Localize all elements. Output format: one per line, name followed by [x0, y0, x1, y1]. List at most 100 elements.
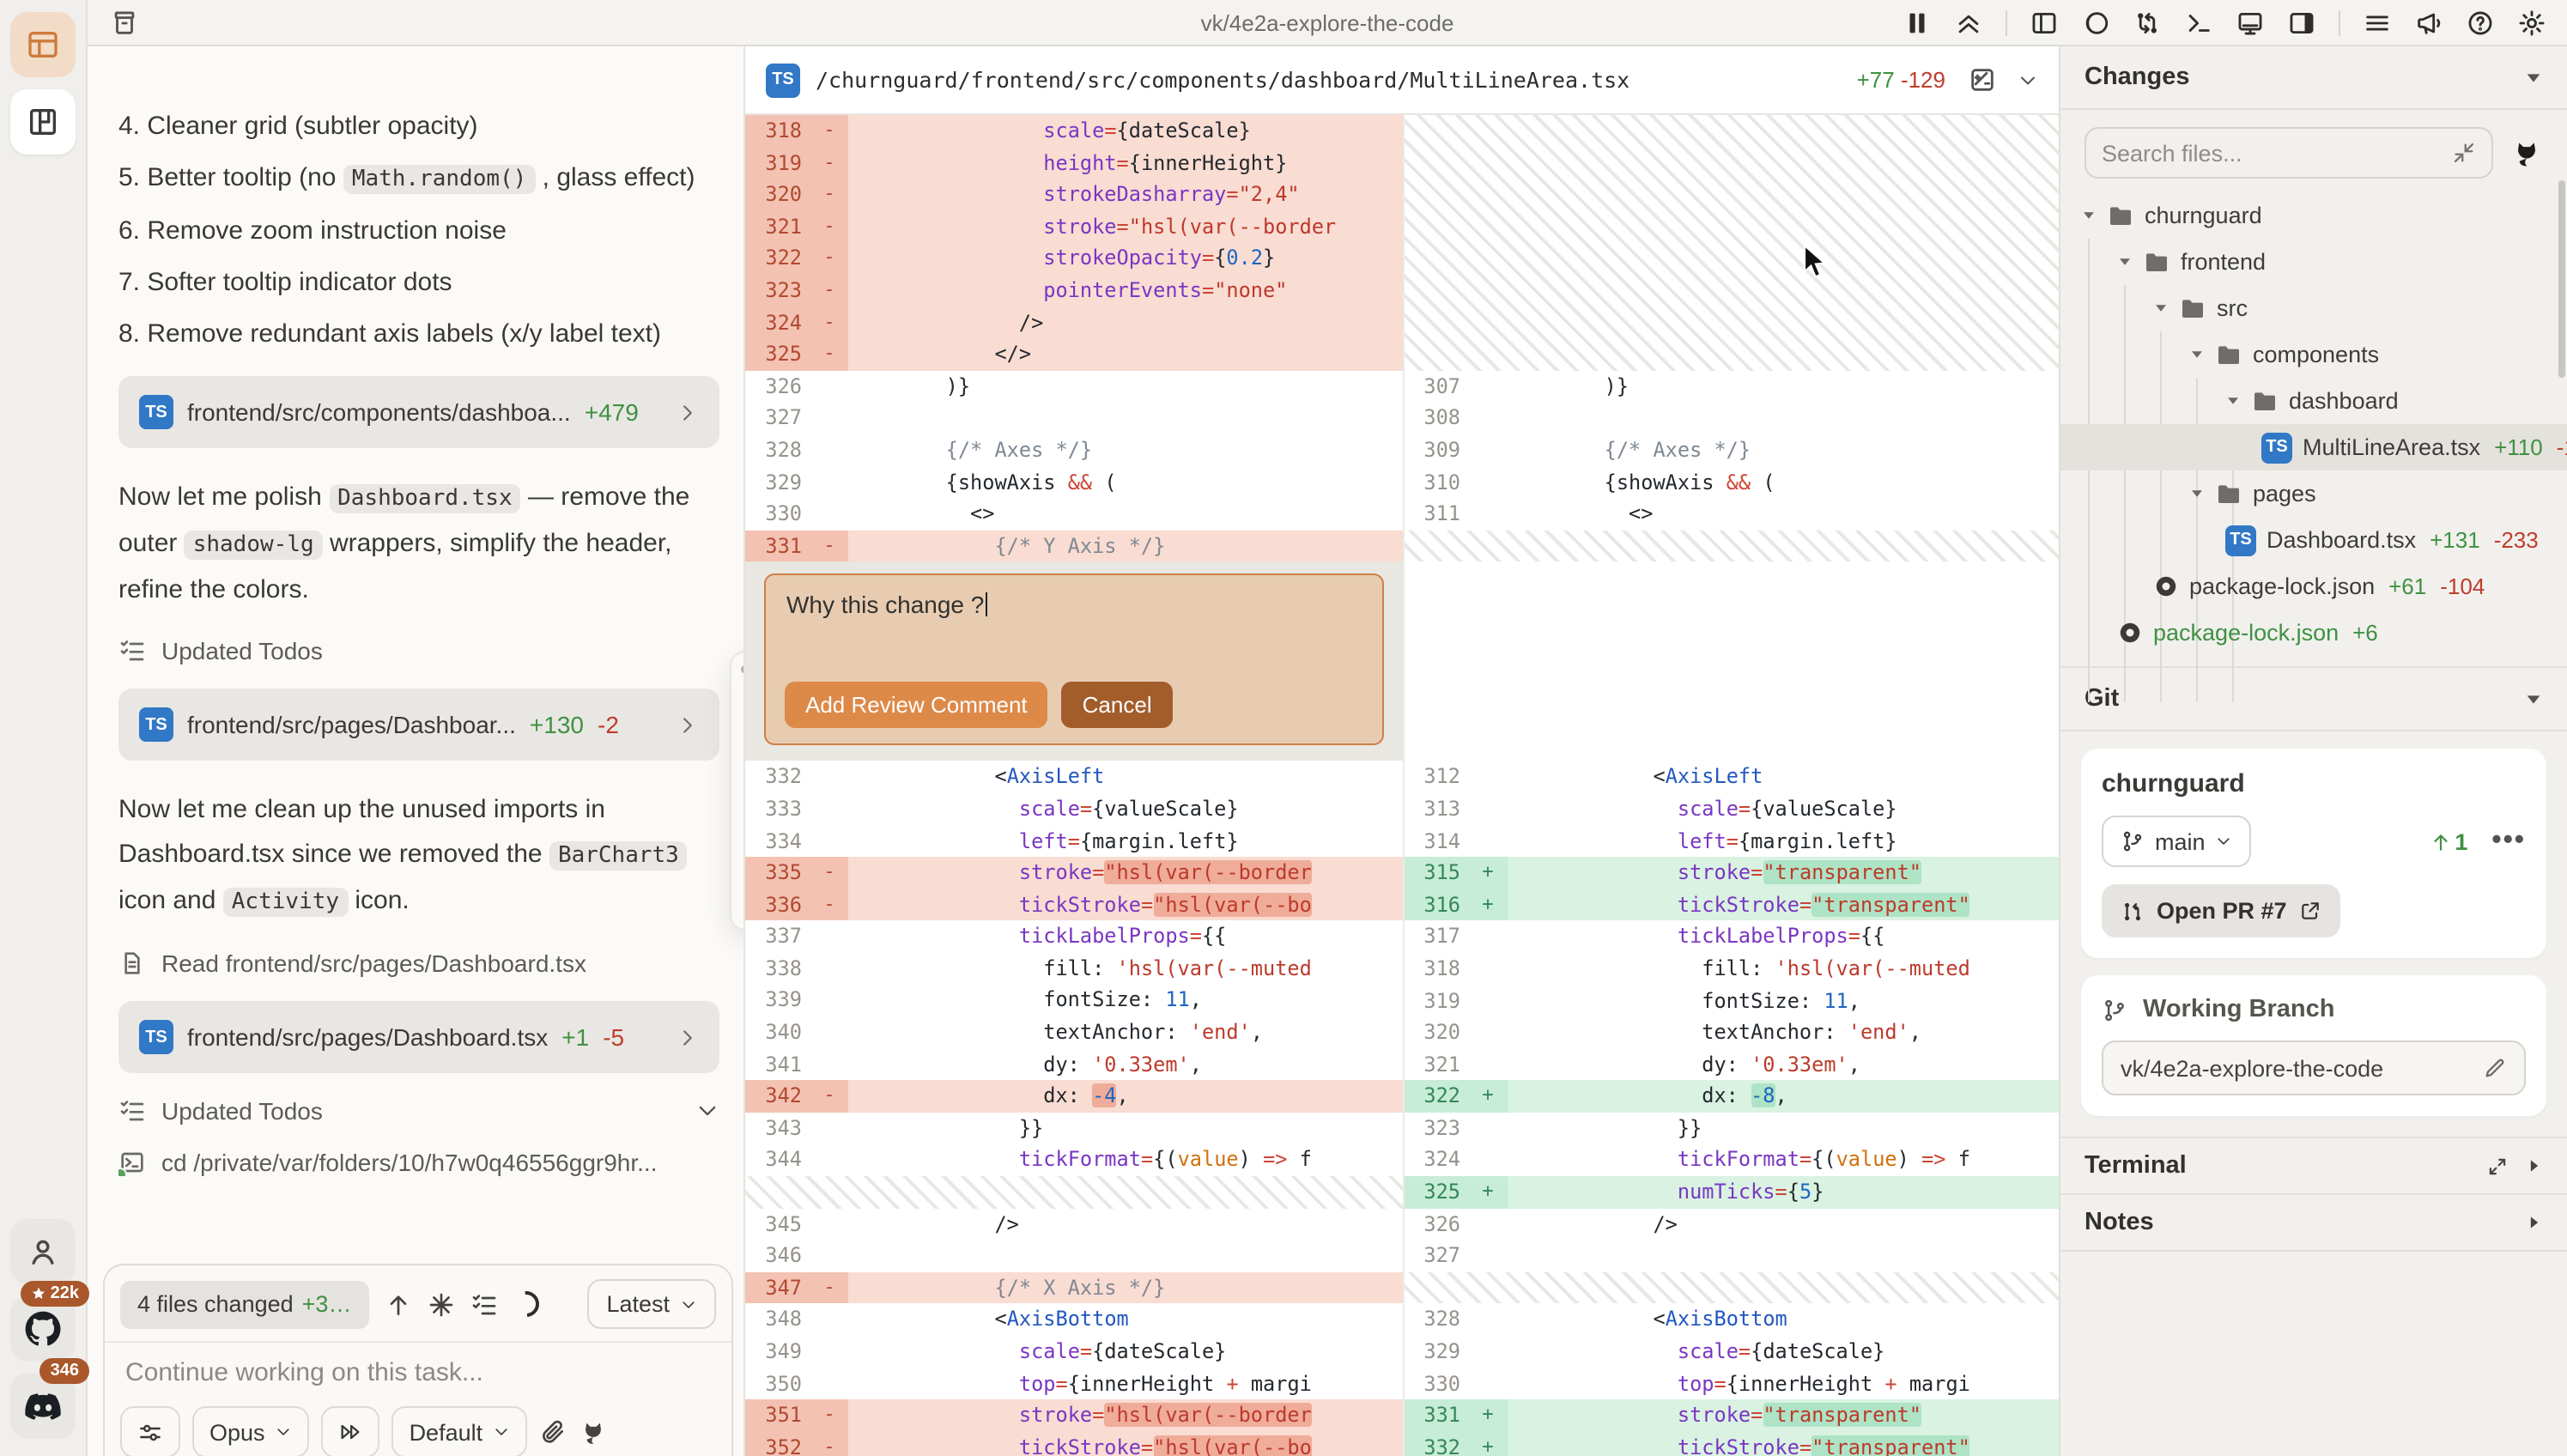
- caret-down-icon[interactable]: [2153, 300, 2169, 316]
- diff-line-329[interactable]: 329 {showAxis && (: [745, 466, 1402, 498]
- tree-item-churnguard[interactable]: churnguard: [2060, 192, 2567, 239]
- tree-item-pages[interactable]: pages: [2060, 470, 2567, 517]
- megaphone-icon[interactable]: [2414, 8, 2443, 37]
- menu-icon[interactable]: [2363, 8, 2392, 37]
- diff-line-308[interactable]: 308: [1404, 403, 2059, 434]
- diff-line-319[interactable]: 319- height={innerHeight}: [745, 147, 1402, 179]
- diff-line-322[interactable]: 322+ dx: -8,: [1404, 1081, 2059, 1113]
- diff-view-icon[interactable]: [1968, 65, 1997, 94]
- settings-sliders-button[interactable]: [120, 1406, 180, 1456]
- settings-gear-icon[interactable]: [2517, 8, 2546, 37]
- diff-line-323[interactable]: 323 }}: [1404, 1113, 2059, 1144]
- monitor-icon[interactable]: [2236, 8, 2265, 37]
- tree-item-frontend[interactable]: frontend: [2060, 239, 2567, 285]
- diff-line-341[interactable]: 341 dy: '0.33em',: [745, 1048, 1402, 1080]
- terminal-section-header[interactable]: Terminal: [2060, 1137, 2567, 1193]
- paperclip-icon[interactable]: [539, 1418, 567, 1446]
- diff-new-column[interactable]: 307 )}308309 {/* Axes */}310 {showAxis &…: [1402, 115, 2059, 1456]
- git-section-header[interactable]: Git: [2060, 668, 2567, 730]
- diff-line-330[interactable]: 330 top={innerHeight + margi: [1404, 1368, 2059, 1399]
- todo-update-row[interactable]: Updated Todos: [118, 1097, 719, 1125]
- diff-line-318[interactable]: 318- scale={dateScale}: [745, 115, 1402, 147]
- diff-line-336[interactable]: 336- tickStroke="hsl(var(--bo: [745, 889, 1402, 920]
- notes-section-header[interactable]: Notes: [2060, 1193, 2567, 1250]
- diff-line-345[interactable]: 345 />: [745, 1208, 1402, 1240]
- diff-line-312[interactable]: 312 <AxisLeft: [1404, 761, 2059, 793]
- account-button[interactable]: [10, 1219, 76, 1284]
- diff-line-320[interactable]: 320 textAnchor: 'end',: [1404, 1016, 2059, 1048]
- diff-line-310[interactable]: 310 {showAxis && (: [1404, 466, 2059, 498]
- commits-ahead[interactable]: 1: [2429, 828, 2467, 854]
- diff-line-326[interactable]: 326 />: [1404, 1208, 2059, 1240]
- diff-line-332[interactable]: 332+ tickStroke="transparent": [1404, 1432, 2059, 1456]
- file-change-chip[interactable]: TS frontend/src/pages/Dashboard.tsx +1 -…: [118, 1001, 719, 1073]
- diff-line-346[interactable]: 346: [745, 1240, 1402, 1271]
- tool-call-row[interactable]: Read frontend/src/pages/Dashboard.tsx: [118, 949, 719, 977]
- discord-button[interactable]: 346: [10, 1374, 76, 1439]
- diff-line-343[interactable]: 343 }}: [745, 1113, 1402, 1144]
- help-icon[interactable]: [2466, 8, 2495, 37]
- working-branch-input[interactable]: vk/4e2a-explore-the-code: [2102, 1040, 2526, 1095]
- comment-box[interactable]: Why this change ? Add Review Comment Can…: [764, 574, 1383, 746]
- cat-icon[interactable]: [579, 1417, 608, 1447]
- cancel-button[interactable]: Cancel: [1062, 682, 1173, 729]
- cat-icon[interactable]: [2510, 136, 2543, 169]
- diff-line-307[interactable]: 307 )}: [1404, 371, 2059, 403]
- diff-line-335[interactable]: 335- stroke="hsl(var(--border: [745, 857, 1402, 889]
- tree-item-src[interactable]: src: [2060, 285, 2567, 331]
- pause-icon[interactable]: [1902, 8, 1932, 37]
- files-changed-chip[interactable]: 4 files changed +3…: [120, 1280, 368, 1328]
- diff-line-316[interactable]: 316+ tickStroke="transparent": [1404, 889, 2059, 920]
- mode-dropdown[interactable]: Default: [392, 1406, 528, 1456]
- tree-item-package-lock.json[interactable]: package-lock.json+6: [2060, 610, 2567, 656]
- diff-line-326[interactable]: 326 )}: [745, 371, 1402, 403]
- caret-down-icon[interactable]: [2081, 208, 2097, 223]
- todo-update-row[interactable]: Updated Todos: [118, 637, 719, 664]
- archive-box-icon[interactable]: [110, 8, 139, 37]
- git-more-button[interactable]: •••: [2491, 826, 2526, 857]
- tree-item-dashboard.tsx[interactable]: TSDashboard.tsx+131-233: [2060, 517, 2567, 563]
- diff-line-344[interactable]: 344 tickFormat={(value) => f: [745, 1144, 1402, 1176]
- diff-line-319[interactable]: 319 fontSize: 11,: [1404, 985, 2059, 1016]
- comment-text[interactable]: Why this change ?: [786, 592, 984, 619]
- changes-section-header[interactable]: Changes: [2060, 46, 2567, 108]
- diff-line-327[interactable]: 327: [745, 403, 1402, 434]
- add-review-comment-button[interactable]: Add Review Comment: [785, 682, 1048, 729]
- diff-line-351[interactable]: 351- stroke="hsl(var(--border: [745, 1399, 1402, 1431]
- theme-contrast-icon[interactable]: [2081, 8, 2110, 37]
- expand-icon[interactable]: [2486, 1155, 2509, 1177]
- diff-line-317[interactable]: 317 tickLabelProps={{: [1404, 921, 2059, 953]
- board-view-button[interactable]: [10, 89, 76, 155]
- workspace-layout-button[interactable]: [10, 12, 76, 77]
- diff-line-321[interactable]: 321- stroke="hsl(var(--border: [745, 211, 1402, 243]
- tool-call-row[interactable]: cd /private/var/folders/10/h7w0q46556ggr…: [118, 1149, 719, 1176]
- diff-line-352[interactable]: 352- tickStroke="hsl(var(--bo: [745, 1432, 1402, 1456]
- diff-line-313[interactable]: 313 scale={valueScale}: [1404, 793, 2059, 825]
- diff-line-350[interactable]: 350 top={innerHeight + margi: [745, 1368, 1402, 1399]
- caret-down-icon[interactable]: [2117, 254, 2133, 270]
- diff-line-321[interactable]: 321 dy: '0.33em',: [1404, 1048, 2059, 1080]
- diff-line-309[interactable]: 309 {/* Axes */}: [1404, 434, 2059, 466]
- panel-right-icon[interactable]: [2287, 8, 2316, 37]
- collapse-up-icon[interactable]: [1954, 8, 1983, 37]
- tree-item-dashboard[interactable]: dashboard: [2060, 378, 2567, 424]
- diff-line-314[interactable]: 314 left={margin.left}: [1404, 825, 2059, 857]
- model-dropdown[interactable]: Opus: [192, 1406, 310, 1456]
- diff-line-322[interactable]: 322- strokeOpacity={0.2}: [745, 243, 1402, 275]
- branch-dropdown[interactable]: main: [2102, 816, 2252, 867]
- diff-line-337[interactable]: 337 tickLabelProps={{: [745, 921, 1402, 953]
- checklist-icon[interactable]: [470, 1290, 497, 1318]
- diff-line-338[interactable]: 338 fill: 'hsl(var(--muted: [745, 953, 1402, 985]
- diff-line-315[interactable]: 315+ stroke="transparent": [1404, 857, 2059, 889]
- open-pr-button[interactable]: Open PR #7: [2102, 884, 2340, 937]
- diff-line-329[interactable]: 329 scale={dateScale}: [1404, 1336, 2059, 1368]
- edit-pencil-icon[interactable]: [2483, 1056, 2507, 1080]
- tree-item-components[interactable]: components: [2060, 331, 2567, 378]
- collapse-tree-icon[interactable]: [2452, 141, 2476, 165]
- message-input[interactable]: Continue working on this task...: [105, 1341, 731, 1403]
- diff-line-349[interactable]: 349 scale={dateScale}: [745, 1336, 1402, 1368]
- latest-dropdown[interactable]: Latest: [587, 1279, 716, 1329]
- more-options-icon[interactable]: ●●●: [739, 664, 745, 675]
- diff-line-325[interactable]: 325- </>: [745, 338, 1402, 370]
- tree-item-multilinearea.tsx[interactable]: TSMultiLineArea.tsx+110-162: [2060, 424, 2567, 470]
